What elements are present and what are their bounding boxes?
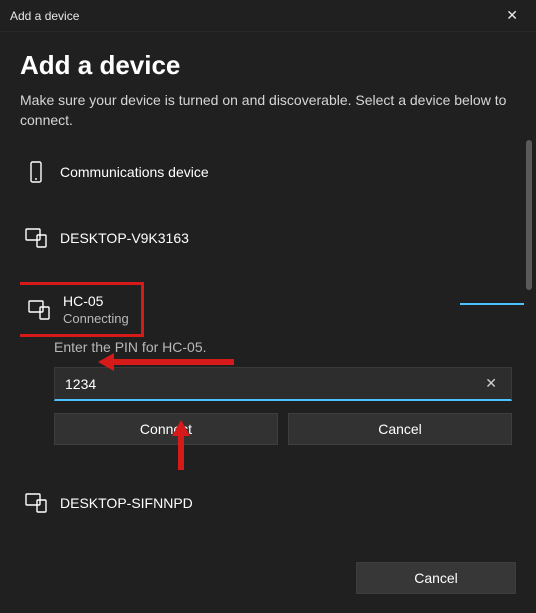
device-item-desktop-sifnnpd[interactable]: DESKTOP-SIFNNPD — [20, 481, 512, 525]
page-subtext: Make sure your device is turned on and d… — [20, 91, 516, 130]
computer-icon — [24, 491, 48, 515]
phone-icon — [24, 160, 48, 184]
clear-input-icon[interactable]: ✕ — [481, 375, 501, 392]
titlebar: Add a device ✕ — [0, 0, 536, 32]
progress-indicator — [460, 303, 524, 305]
footer-cancel-button[interactable]: Cancel — [356, 562, 516, 594]
scrollbar[interactable] — [526, 140, 532, 290]
device-list: Communications device DESKTOP-V9K3163 HC… — [20, 150, 516, 613]
window-title: Add a device — [10, 9, 79, 23]
computer-icon — [27, 298, 51, 322]
pin-prompt: Enter the PIN for HC-05. — [54, 339, 512, 355]
pin-section: Enter the PIN for HC-05. ✕ Connect Cance… — [20, 339, 512, 461]
footer: Cancel — [0, 546, 536, 612]
cancel-button[interactable]: Cancel — [288, 413, 512, 445]
pin-input[interactable] — [65, 376, 481, 392]
page-title: Add a device — [20, 50, 516, 81]
device-name: DESKTOP-SIFNNPD — [60, 495, 193, 511]
device-name: Communications device — [60, 164, 209, 180]
close-icon[interactable]: ✕ — [498, 3, 526, 28]
pin-input-wrap[interactable]: ✕ — [54, 367, 512, 401]
device-item-communications[interactable]: Communications device — [20, 150, 512, 194]
connect-button[interactable]: Connect — [54, 413, 278, 445]
annotation-highlight-box: HC-05 Connecting — [20, 282, 144, 337]
device-item-desktop-v9k3163[interactable]: DESKTOP-V9K3163 — [20, 216, 512, 260]
device-status: Connecting — [63, 311, 129, 326]
device-name: DESKTOP-V9K3163 — [60, 230, 189, 246]
device-name: HC-05 — [63, 293, 129, 309]
computer-icon — [24, 226, 48, 250]
device-item-hc-05[interactable]: HC-05 Connecting — [21, 289, 135, 330]
